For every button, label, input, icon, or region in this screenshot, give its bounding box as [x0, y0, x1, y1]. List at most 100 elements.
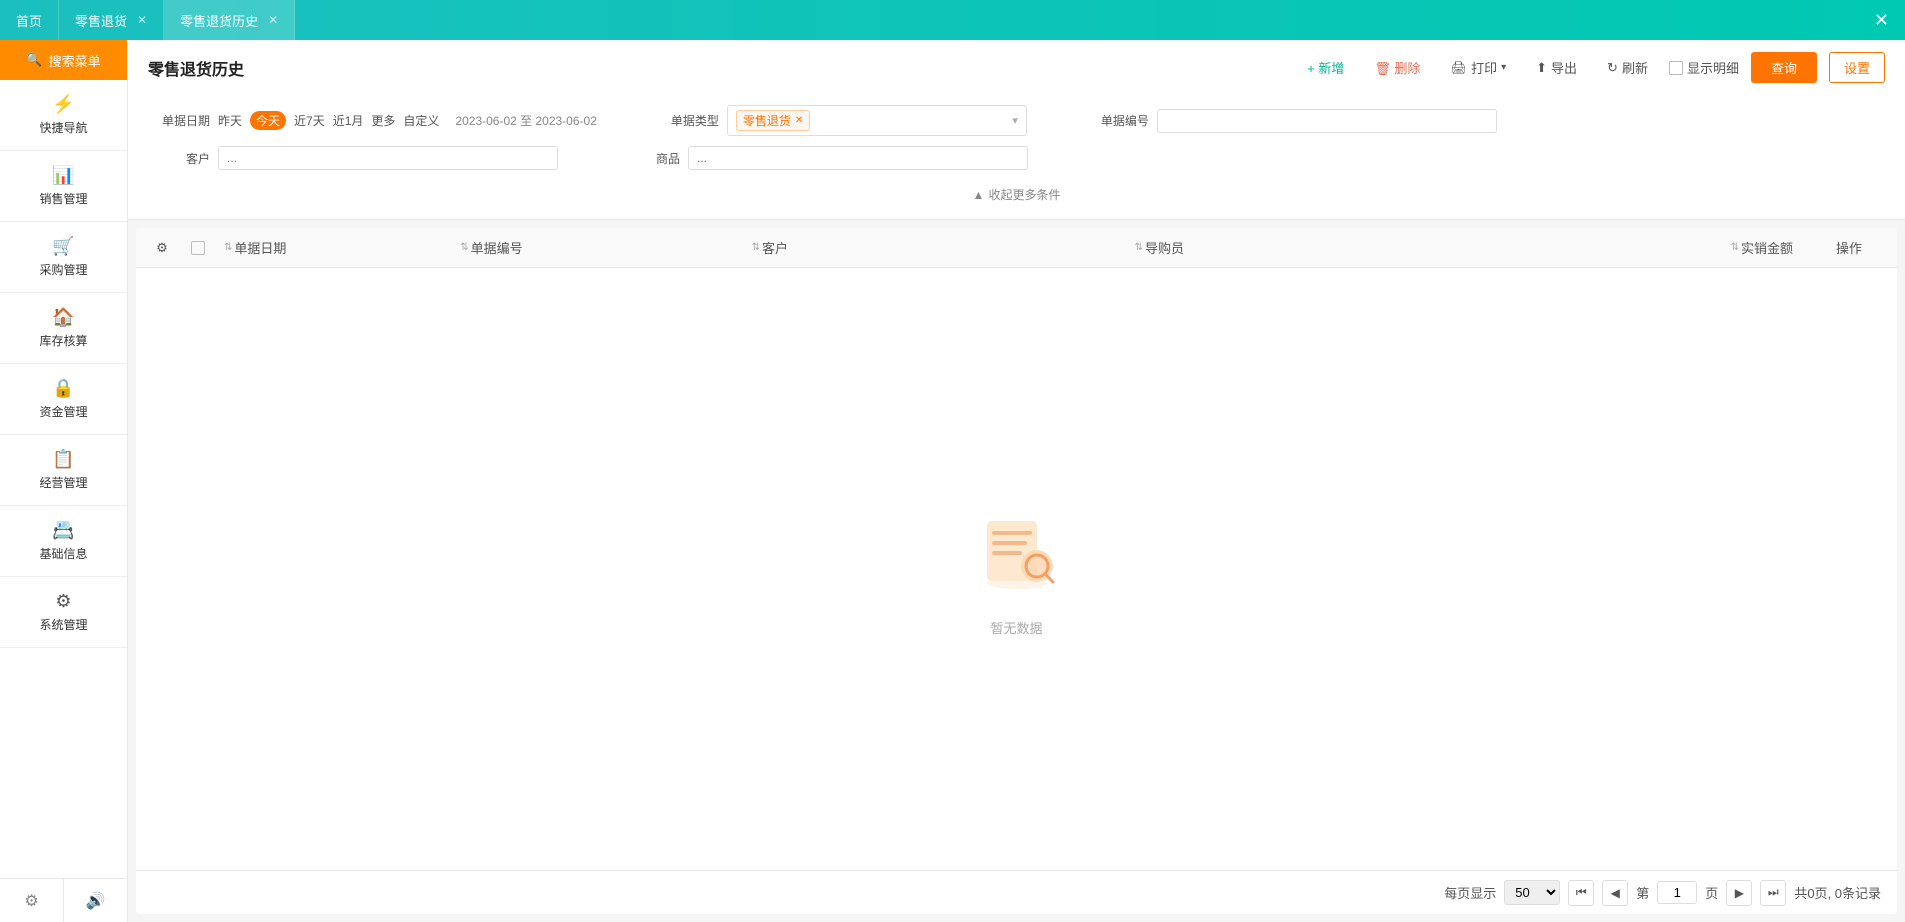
display-detail-checkbox[interactable]: 显示明细	[1669, 58, 1739, 77]
filter-row-customer: 客户 商品	[148, 146, 1885, 170]
filter-row-date: 单据日期 昨天 今天 近7天 近1月 更多 自定义 2023-06-02 至 2…	[148, 105, 1885, 136]
col-customer[interactable]: ⇅ 客户	[744, 238, 1127, 257]
shortcut-today[interactable]: 今天	[250, 111, 286, 130]
query-button[interactable]: 查询	[1751, 52, 1817, 83]
top-bar: 首页 零售退货 ✕ 零售退货历史 ✕ ✕	[0, 0, 1905, 40]
date-label: 单据日期	[148, 112, 218, 129]
sidebar-item-purchase[interactable]: 🛒 采购管理	[0, 222, 127, 293]
page-size-label: 每页显示	[1444, 883, 1496, 902]
shortcut-custom[interactable]: 自定义	[403, 112, 439, 129]
setting-button[interactable]: 设置	[1829, 52, 1885, 83]
print-icon: 🖨	[1451, 60, 1468, 76]
col-amount[interactable]: ⇅ 实销金额	[1601, 238, 1801, 257]
tab-retail-return-history-close[interactable]: ✕	[268, 13, 278, 27]
next-page-btn[interactable]: ▶	[1726, 880, 1752, 906]
no-input[interactable]	[1157, 109, 1497, 133]
sidebar-volume-btn[interactable]: 🔊	[64, 879, 127, 922]
first-page-btn[interactable]: ⏮	[1568, 880, 1594, 906]
col-guide[interactable]: ⇅ 导购员	[1127, 238, 1418, 257]
type-dropdown-icon: ▾	[1012, 114, 1018, 127]
page-label: 页	[1705, 883, 1718, 902]
col-check[interactable]	[180, 241, 216, 255]
go-label: 第	[1636, 883, 1649, 902]
refresh-icon: ↻	[1607, 60, 1618, 76]
sidebar: 🔍 搜索菜单 ⚡ 快捷导航 📊 销售管理 🛒 采购管理 🏠 库存核算 🔒 资金管…	[0, 40, 128, 922]
print-button[interactable]: 🖨 打印 ▾	[1442, 53, 1516, 82]
sidebar-bottom: ⚙ 🔊	[0, 878, 127, 922]
sidebar-item-sales[interactable]: 📊 销售管理	[0, 151, 127, 222]
date-shortcuts: 昨天 今天 近7天 近1月 更多 自定义 2023-06-02 至 2023-0…	[218, 111, 597, 130]
goods-input[interactable]	[688, 146, 1028, 170]
inventory-icon: 🏠	[52, 307, 74, 328]
sidebar-item-operations[interactable]: 📋 经营管理	[0, 435, 127, 506]
header-checkbox[interactable]	[191, 241, 205, 255]
page-size-select[interactable]: 20 50 100 200	[1504, 880, 1560, 905]
tab-retail-return[interactable]: 零售退货 ✕	[59, 0, 164, 40]
search-icon: 🔍	[26, 52, 42, 68]
type-tag-close[interactable]: ✕	[795, 115, 803, 126]
empty-icon	[967, 501, 1067, 606]
collapse-up-icon: ▲	[973, 188, 985, 202]
customer-label: 客户	[148, 150, 218, 167]
pagination-bar: 每页显示 20 50 100 200 ⏮ ◀ 第 页 ▶ ⏭ 共0页, 0条记录	[136, 870, 1897, 914]
shortcut-1month[interactable]: 近1月	[333, 112, 364, 129]
col-gear[interactable]: ⚙	[144, 240, 180, 256]
sort-icon-customer: ⇅	[752, 242, 760, 253]
refresh-button[interactable]: ↻ 刷新	[1598, 53, 1657, 82]
gear-icon: ⚙	[156, 240, 168, 256]
base-info-icon: 📇	[52, 520, 74, 541]
col-no[interactable]: ⇅ 单据编号	[452, 238, 743, 257]
sidebar-item-inventory[interactable]: 🏠 库存核算	[0, 293, 127, 364]
prev-page-btn[interactable]: ◀	[1602, 880, 1628, 906]
collapse-bar[interactable]: ▲ 收起更多条件	[148, 180, 1885, 209]
sidebar-item-system[interactable]: ⚙ 系统管理	[0, 577, 127, 648]
sort-icon-guide: ⇅	[1135, 242, 1143, 253]
sort-icon-no: ⇅	[460, 242, 468, 253]
last-page-btn[interactable]: ⏭	[1760, 880, 1786, 906]
system-icon: ⚙	[55, 591, 71, 612]
toolbar: + 新增 🗑 删除 🖨 打印 ▾ ⬆ 导出 ↻ 刷新	[1298, 52, 1885, 83]
empty-text: 暂无数据	[990, 618, 1042, 637]
shortcut-more[interactable]: 更多	[371, 112, 395, 129]
table-body: 暂无数据	[136, 268, 1897, 870]
operations-icon: 📋	[52, 449, 74, 470]
shortcut-7days[interactable]: 近7天	[294, 112, 325, 129]
filter-area: 单据日期 昨天 今天 近7天 近1月 更多 自定义 2023-06-02 至 2…	[148, 95, 1885, 219]
sidebar-item-finance[interactable]: 🔒 资金管理	[0, 364, 127, 435]
type-tag: 零售退货 ✕	[736, 110, 810, 131]
sidebar-search[interactable]: 🔍 搜索菜单	[0, 40, 127, 80]
goods-label: 商品	[618, 150, 688, 167]
checkbox-icon[interactable]	[1669, 61, 1683, 75]
export-icon: ⬆	[1536, 60, 1547, 76]
add-button[interactable]: + 新增	[1298, 53, 1353, 82]
tab-retail-return-history[interactable]: 零售退货历史 ✕	[164, 0, 295, 40]
page-header-top: 零售退货历史 + 新增 🗑 删除 🖨 打印 ▾ ⬆ 导出 ↻	[148, 52, 1885, 83]
customer-input[interactable]	[218, 146, 558, 170]
export-button[interactable]: ⬆ 导出	[1527, 53, 1586, 82]
content-area: 零售退货历史 + 新增 🗑 删除 🖨 打印 ▾ ⬆ 导出 ↻	[128, 40, 1905, 922]
page-input[interactable]	[1657, 881, 1697, 904]
tab-retail-return-close[interactable]: ✕	[137, 13, 147, 27]
col-date[interactable]: ⇅ 单据日期	[216, 238, 452, 257]
page-header: 零售退货历史 + 新增 🗑 删除 🖨 打印 ▾ ⬆ 导出 ↻	[128, 40, 1905, 220]
purchase-icon: 🛒	[52, 236, 74, 257]
no-label: 单据编号	[1087, 112, 1157, 129]
sales-icon: 📊	[52, 165, 74, 186]
sidebar-item-base-info[interactable]: 📇 基础信息	[0, 506, 127, 577]
quick-nav-icon: ⚡	[52, 94, 74, 115]
top-tabs: 首页 零售退货 ✕ 零售退货历史 ✕	[0, 0, 1858, 40]
main-layout: 🔍 搜索菜单 ⚡ 快捷导航 📊 销售管理 🛒 采购管理 🏠 库存核算 🔒 资金管…	[0, 40, 1905, 922]
delete-button[interactable]: 🗑 删除	[1365, 53, 1429, 82]
sidebar-settings-btn[interactable]: ⚙	[0, 879, 64, 922]
table-wrapper: ⚙ ⇅ 单据日期 ⇅ 单据编号 ⇅ 客户 ⇅	[136, 228, 1897, 914]
total-info: 共0页, 0条记录	[1794, 883, 1881, 902]
type-selector[interactable]: 零售退货 ✕ ▾	[727, 105, 1027, 136]
date-range-display: 2023-06-02 至 2023-06-02	[455, 112, 596, 129]
tab-home[interactable]: 首页	[0, 0, 59, 40]
page-title: 零售退货历史	[148, 56, 244, 80]
print-arrow-icon: ▾	[1501, 62, 1506, 73]
window-close-button[interactable]: ✕	[1858, 10, 1905, 31]
sidebar-item-quick-nav[interactable]: ⚡ 快捷导航	[0, 80, 127, 151]
sort-icon-amount: ⇅	[1731, 242, 1739, 253]
shortcut-yesterday[interactable]: 昨天	[218, 112, 242, 129]
